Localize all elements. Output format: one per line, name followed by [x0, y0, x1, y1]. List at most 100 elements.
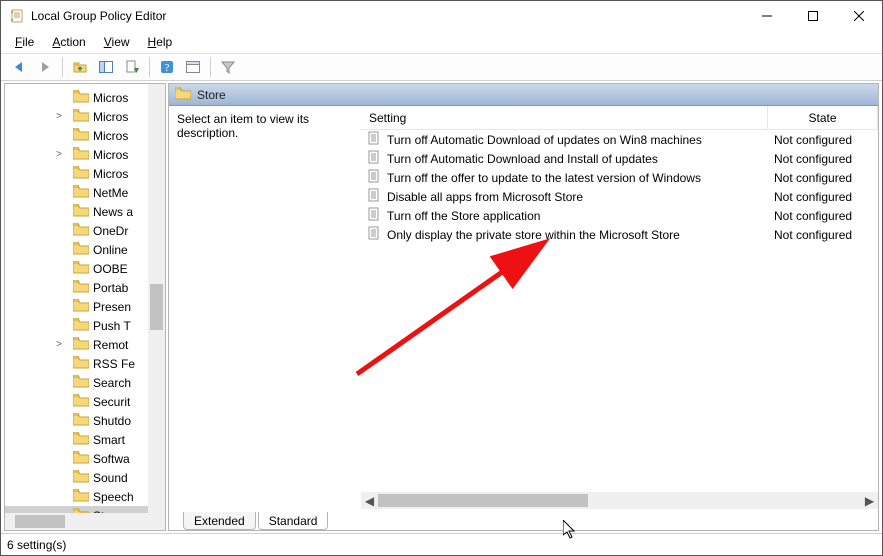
menu-file[interactable]: File: [7, 33, 42, 51]
tree-item-label: Sound: [93, 471, 128, 485]
tree-item-label: Remot: [93, 338, 128, 352]
list-row[interactable]: Only display the private store within th…: [361, 225, 878, 244]
scroll-left-button[interactable]: ◀: [361, 492, 378, 509]
folder-icon: [73, 318, 89, 334]
filter-button[interactable]: [216, 55, 240, 79]
tree-item-label: News a: [93, 205, 133, 219]
setting-text: Turn off Automatic Download of updates o…: [387, 133, 702, 147]
list-row[interactable]: Turn off the offer to update to the late…: [361, 168, 878, 187]
folder-icon: [73, 147, 89, 163]
policy-icon: [367, 131, 381, 148]
tree-item[interactable]: Smart: [5, 430, 148, 449]
show-hide-tree-button[interactable]: [94, 55, 118, 79]
tree-horizontal-scrollbar[interactable]: [5, 513, 148, 530]
tree-item[interactable]: Search: [5, 373, 148, 392]
tree-item-label: Push T: [93, 319, 131, 333]
main-area: Micros>MicrosMicros>MicrosMicrosNetMeNew…: [1, 81, 882, 533]
tree-item-label: Micros: [93, 129, 128, 143]
list-row[interactable]: Turn off Automatic Download and Install …: [361, 149, 878, 168]
tree-item[interactable]: OneDr: [5, 221, 148, 240]
tree-item[interactable]: Online: [5, 240, 148, 259]
tree-item-label: Securit: [93, 395, 130, 409]
tree-item[interactable]: NetMe: [5, 183, 148, 202]
setting-text: Turn off Automatic Download and Install …: [387, 152, 658, 166]
list-row[interactable]: Turn off the Store applicationNot config…: [361, 206, 878, 225]
tree-item[interactable]: News a: [5, 202, 148, 221]
menu-help[interactable]: Help: [140, 33, 181, 51]
help-button[interactable]: ?: [155, 55, 179, 79]
properties-button[interactable]: [181, 55, 205, 79]
tree-item[interactable]: > Micros: [5, 107, 148, 126]
menu-view[interactable]: View: [96, 33, 138, 51]
scrollbar-thumb[interactable]: [150, 284, 163, 330]
tree-item[interactable]: Shutdo: [5, 411, 148, 430]
setting-text: Disable all apps from Microsoft Store: [387, 190, 583, 204]
scrollbar-corner: [148, 513, 165, 530]
close-button[interactable]: [836, 1, 882, 31]
tree-item[interactable]: OOBE: [5, 259, 148, 278]
column-header-state[interactable]: State: [768, 106, 878, 129]
cell-state: Not configured: [768, 133, 878, 147]
folder-icon: [73, 337, 89, 353]
tree-viewport[interactable]: Micros>MicrosMicros>MicrosMicrosNetMeNew…: [5, 84, 148, 513]
status-text: 6 setting(s): [7, 538, 66, 552]
tree-item[interactable]: Micros: [5, 126, 148, 145]
tree-item[interactable]: Micros: [5, 88, 148, 107]
tree-item[interactable]: Portab: [5, 278, 148, 297]
cell-state: Not configured: [768, 190, 878, 204]
tab-standard[interactable]: Standard: [258, 512, 329, 530]
setting-text: Turn off the Store application: [387, 209, 540, 223]
list-horizontal-scrollbar[interactable]: ◀ ▶: [361, 492, 878, 509]
expand-icon[interactable]: >: [53, 111, 65, 122]
up-button[interactable]: [68, 55, 92, 79]
list-row[interactable]: Disable all apps from Microsoft Store Not…: [361, 187, 878, 206]
policy-icon: [367, 169, 381, 186]
cell-setting: Turn off Automatic Download of updates o…: [361, 131, 768, 148]
tree-item[interactable]: Presen: [5, 297, 148, 316]
menubar: File Action View Help: [1, 31, 882, 53]
tree-item[interactable]: RSS Fe: [5, 354, 148, 373]
tree-item[interactable]: Speech: [5, 487, 148, 506]
app-window: Local Group Policy Editor File Action Vi…: [0, 0, 883, 556]
tree-item[interactable]: >Micros: [5, 145, 148, 164]
scrollbar-thumb[interactable]: [15, 515, 65, 528]
back-button[interactable]: [7, 55, 31, 79]
expand-icon[interactable]: >: [53, 339, 65, 350]
menu-action[interactable]: Action: [44, 33, 93, 51]
folder-icon: [73, 242, 89, 258]
tree-item[interactable]: Securit: [5, 392, 148, 411]
setting-text: Only display the private store within th…: [387, 228, 680, 242]
tree-item[interactable]: Store: [5, 506, 148, 513]
tree-item[interactable]: > Remot: [5, 335, 148, 354]
tree-item[interactable]: Push T: [5, 316, 148, 335]
export-list-button[interactable]: [120, 55, 144, 79]
expand-icon[interactable]: >: [53, 149, 65, 160]
tree-item[interactable]: Micros: [5, 164, 148, 183]
content-area: Select an item to view its description. …: [169, 106, 878, 509]
tree-item[interactable]: Sound: [5, 468, 148, 487]
tree-item[interactable]: Softwa: [5, 449, 148, 468]
window-controls: [744, 1, 882, 31]
list-body[interactable]: Turn off Automatic Download of updates o…: [361, 130, 878, 509]
scroll-right-button[interactable]: ▶: [861, 492, 878, 509]
minimize-button[interactable]: [744, 1, 790, 31]
list-row[interactable]: Turn off Automatic Download of updates o…: [361, 130, 878, 149]
tree-item-label: Micros: [93, 110, 128, 124]
app-icon: [9, 8, 25, 24]
policy-icon: [367, 150, 381, 167]
folder-icon: [73, 375, 89, 391]
policy-icon: [367, 188, 381, 205]
description-column: Select an item to view its description.: [169, 106, 361, 509]
scrollbar-track[interactable]: [378, 492, 861, 509]
forward-button[interactable]: [33, 55, 57, 79]
tree-item-label: Micros: [93, 91, 128, 105]
cell-state: Not configured: [768, 228, 878, 242]
maximize-button[interactable]: [790, 1, 836, 31]
column-header-setting[interactable]: Setting: [361, 106, 768, 129]
tab-extended[interactable]: Extended: [183, 512, 256, 530]
tree-vertical-scrollbar[interactable]: [148, 84, 165, 513]
folder-icon: [73, 261, 89, 277]
tree-item-label: RSS Fe: [93, 357, 135, 371]
scrollbar-thumb[interactable]: [378, 494, 588, 507]
setting-text: Turn off the offer to update to the late…: [387, 171, 701, 185]
